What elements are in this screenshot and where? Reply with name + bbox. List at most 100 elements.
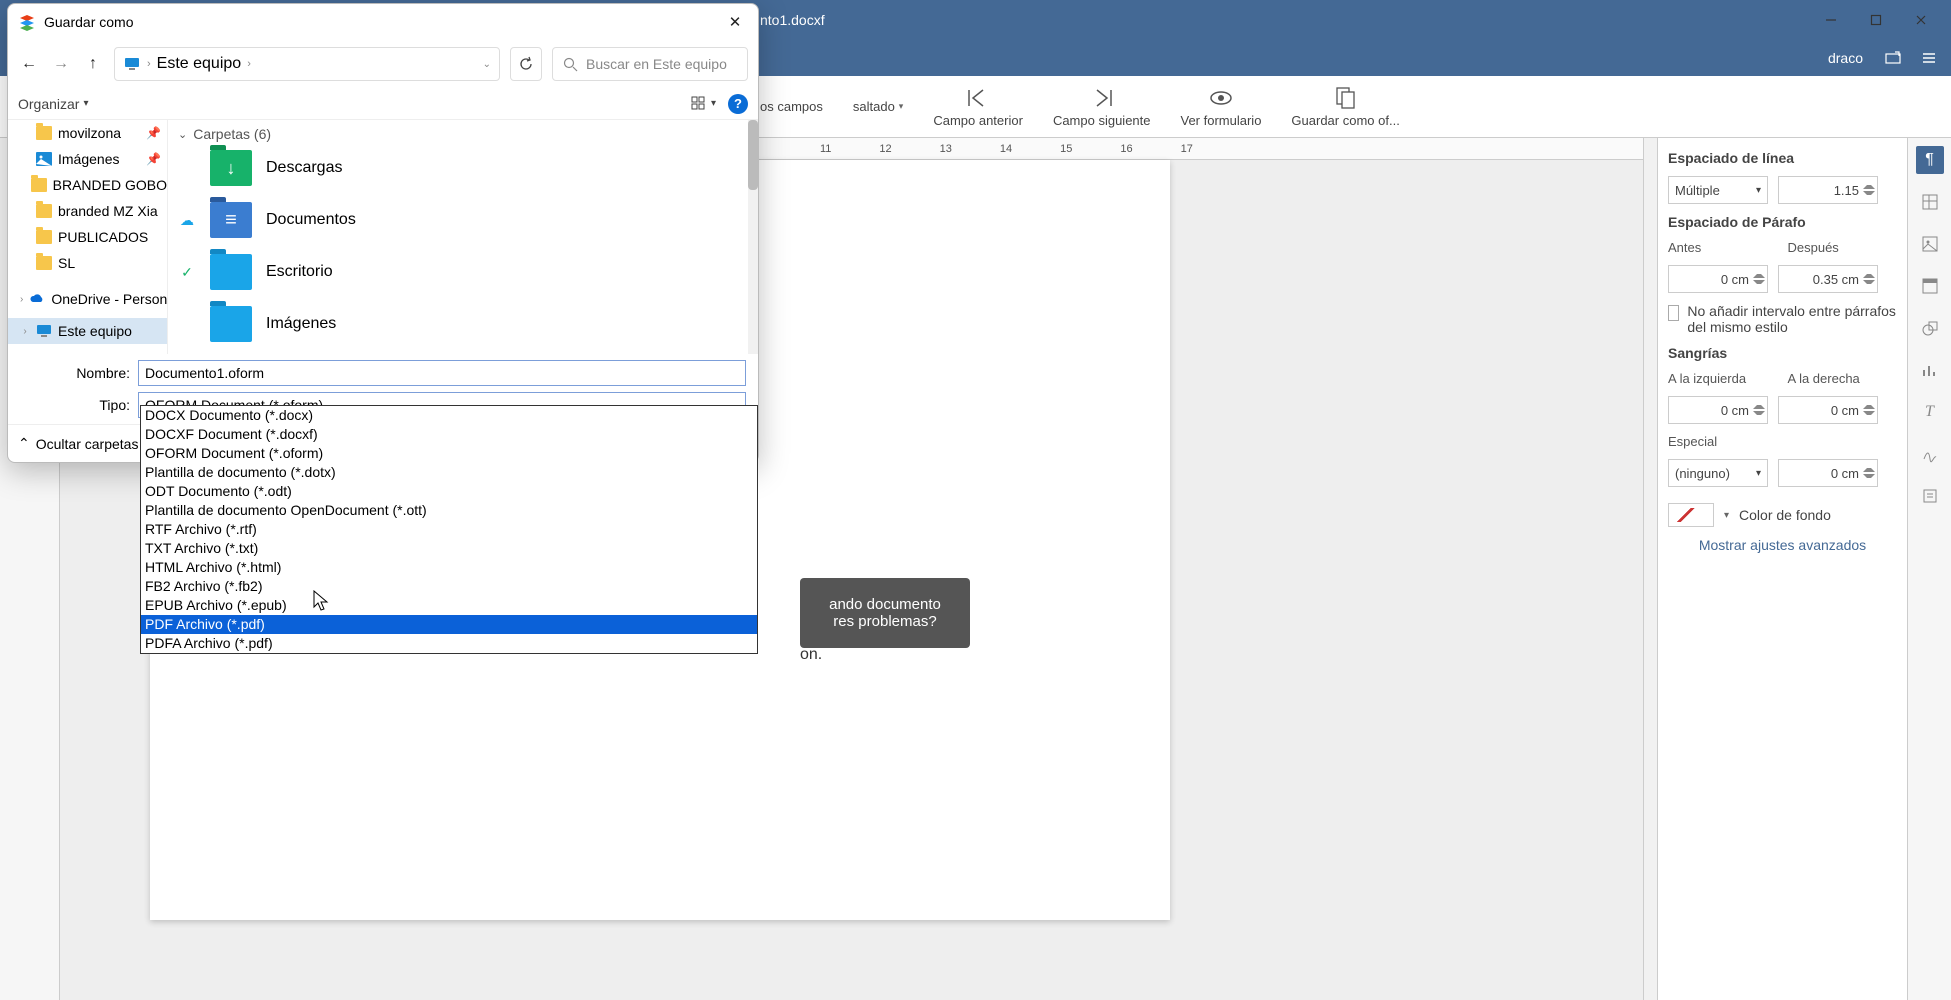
dropdown-item[interactable]: Plantilla de documento (*.dotx) (141, 463, 757, 482)
pin-icon: 📌 (146, 152, 161, 166)
filename-input[interactable] (138, 360, 746, 386)
pin-icon: 📌 (146, 126, 161, 140)
shape-icon[interactable] (1916, 314, 1944, 342)
chart-icon[interactable] (1916, 356, 1944, 384)
downloads-folder-icon (210, 150, 252, 186)
images-folder-icon (210, 306, 252, 342)
tree-item[interactable]: SL (8, 250, 167, 276)
table-icon[interactable] (1916, 188, 1944, 216)
background-color-button[interactable] (1668, 503, 1714, 527)
refresh-button[interactable] (510, 47, 542, 81)
onedrive-icon (29, 291, 45, 307)
para-spacing-title: Espaciado de Párafo (1668, 214, 1897, 230)
line-spacing-type[interactable]: Múltiple▾ (1668, 176, 1768, 204)
folders-header[interactable]: ⌄Carpetas (6) (178, 126, 748, 142)
folder-tree: movilzona📌 Imágenes📌 BRANDED GOBO brande… (8, 120, 168, 354)
dropdown-item[interactable]: HTML Archivo (*.html) (141, 558, 757, 577)
dropdown-item[interactable]: PDFA Archivo (*.pdf) (141, 634, 757, 653)
folder-item[interactable]: Descargas (178, 150, 748, 186)
vertical-scrollbar[interactable] (1643, 138, 1657, 1000)
close-button[interactable] (1898, 5, 1943, 35)
spacing-after[interactable]: 0.35 cm (1778, 265, 1878, 293)
no-space-label: No añadir intervalo entre párrafos del m… (1687, 303, 1897, 335)
line-spacing-title: Espaciado de línea (1668, 150, 1897, 166)
nav-up-button[interactable]: ↑ (82, 55, 104, 73)
textart-icon[interactable]: T (1916, 398, 1944, 426)
special-indent-value[interactable]: 0 cm (1778, 459, 1878, 487)
dropdown-item[interactable]: ODT Documento (*.odt) (141, 482, 757, 501)
organize-menu[interactable]: Organizar▾ (18, 96, 89, 112)
indent-right[interactable]: 0 cm (1778, 396, 1878, 424)
chevron-down-icon[interactable]: ⌄ (483, 59, 491, 70)
dropdown-item[interactable]: TXT Archivo (*.txt) (141, 539, 757, 558)
special-indent-type[interactable]: (ninguno)▾ (1668, 459, 1768, 487)
dropdown-item[interactable]: OFORM Document (*.oform) (141, 444, 757, 463)
images-icon (36, 151, 52, 167)
filetype-dropdown: DOCX Documento (*.docx) DOCXF Document (… (140, 405, 758, 654)
cloud-icon: ☁ (178, 212, 196, 229)
tree-item[interactable]: branded MZ Xia (8, 198, 167, 224)
ribbon-next-field[interactable]: Campo siguiente (1053, 85, 1151, 128)
image-icon[interactable] (1916, 230, 1944, 258)
dialog-close-button[interactable]: ✕ (722, 9, 748, 35)
filename-label: Nombre: (20, 365, 130, 381)
header-icon[interactable] (1916, 272, 1944, 300)
dropdown-item[interactable]: PDF Archivo (*.pdf) (141, 615, 757, 634)
view-mode-button[interactable]: ▾ (691, 96, 716, 112)
folder-item[interactable]: Imágenes (178, 306, 748, 342)
ribbon-fields[interactable]: os campos (760, 99, 823, 114)
right-sidebar: ¶ T (1907, 138, 1951, 1000)
tree-item[interactable]: BRANDED GOBO (8, 172, 167, 198)
filetype-label: Tipo: (20, 397, 130, 413)
dropdown-item[interactable]: DOCXF Document (*.docxf) (141, 425, 757, 444)
hamburger-icon[interactable] (1915, 44, 1943, 72)
tree-item-este-equipo[interactable]: ›Este equipo (8, 318, 167, 344)
minimize-button[interactable] (1808, 5, 1853, 35)
hide-folders-button[interactable]: ⌃Ocultar carpetas (18, 435, 138, 452)
document-title: nto1.docxf (760, 12, 825, 28)
user-name: draco (1828, 50, 1863, 66)
ribbon-save-as-oform[interactable]: Guardar como of... (1291, 85, 1399, 128)
dropdown-item[interactable]: DOCX Documento (*.docx) (141, 406, 757, 425)
nav-back-button[interactable]: ← (18, 55, 40, 73)
spacing-before[interactable]: 0 cm (1668, 265, 1768, 293)
no-space-same-style-checkbox[interactable] (1668, 305, 1679, 321)
folders-pane: ⌄Carpetas (6) Descargas ☁ Documentos ✓ E… (168, 120, 758, 354)
indent-left[interactable]: 0 cm (1668, 396, 1768, 424)
pane-scrollbar[interactable] (748, 120, 758, 354)
tree-item[interactable]: movilzona📌 (8, 120, 167, 146)
breadcrumb-bar[interactable]: › Este equipo › ⌄ (114, 47, 500, 81)
dropdown-item[interactable]: Plantilla de documento OpenDocument (*.o… (141, 501, 757, 520)
special-label: Especial (1668, 434, 1897, 449)
form-icon[interactable] (1916, 482, 1944, 510)
maximize-button[interactable] (1853, 5, 1898, 35)
computer-icon (123, 55, 141, 73)
folder-item[interactable]: ✓ Escritorio (178, 254, 748, 290)
help-button[interactable]: ? (728, 94, 748, 114)
tooltip: ando documento res problemas? (800, 578, 970, 648)
sync-icon: ✓ (178, 264, 196, 281)
ribbon-view-form[interactable]: Ver formulario (1181, 85, 1262, 128)
paragraph-icon[interactable]: ¶ (1916, 146, 1944, 174)
folder-item[interactable]: ☁ Documentos (178, 202, 748, 238)
tree-item-onedrive[interactable]: ›OneDrive - Person (8, 286, 167, 312)
page-text: on. (800, 646, 822, 664)
open-location-icon[interactable] (1879, 44, 1907, 72)
dropdown-item[interactable]: FB2 Archivo (*.fb2) (141, 577, 757, 596)
signature-icon[interactable] (1916, 440, 1944, 468)
line-spacing-value[interactable]: 1.15 (1778, 176, 1878, 204)
desktop-folder-icon (210, 254, 252, 290)
properties-panel: Espaciado de línea Múltiple▾ 1.15 Espaci… (1657, 138, 1907, 1000)
dropdown-item[interactable]: RTF Archivo (*.rtf) (141, 520, 757, 539)
dropdown-item[interactable]: EPUB Archivo (*.epub) (141, 596, 757, 615)
tree-item[interactable]: Imágenes📌 (8, 146, 167, 172)
dialog-title: Guardar como (44, 14, 133, 30)
computer-icon (36, 323, 52, 339)
ribbon-prev-field[interactable]: Campo anterior (933, 85, 1023, 128)
tree-item[interactable]: PUBLICADOS (8, 224, 167, 250)
search-input[interactable]: Buscar en Este equipo (552, 47, 748, 81)
documents-folder-icon (210, 202, 252, 238)
show-advanced-link[interactable]: Mostrar ajustes avanzados (1668, 537, 1897, 553)
nav-forward-button[interactable]: → (50, 55, 72, 73)
ribbon-jump[interactable]: saltado▾ (853, 99, 903, 114)
